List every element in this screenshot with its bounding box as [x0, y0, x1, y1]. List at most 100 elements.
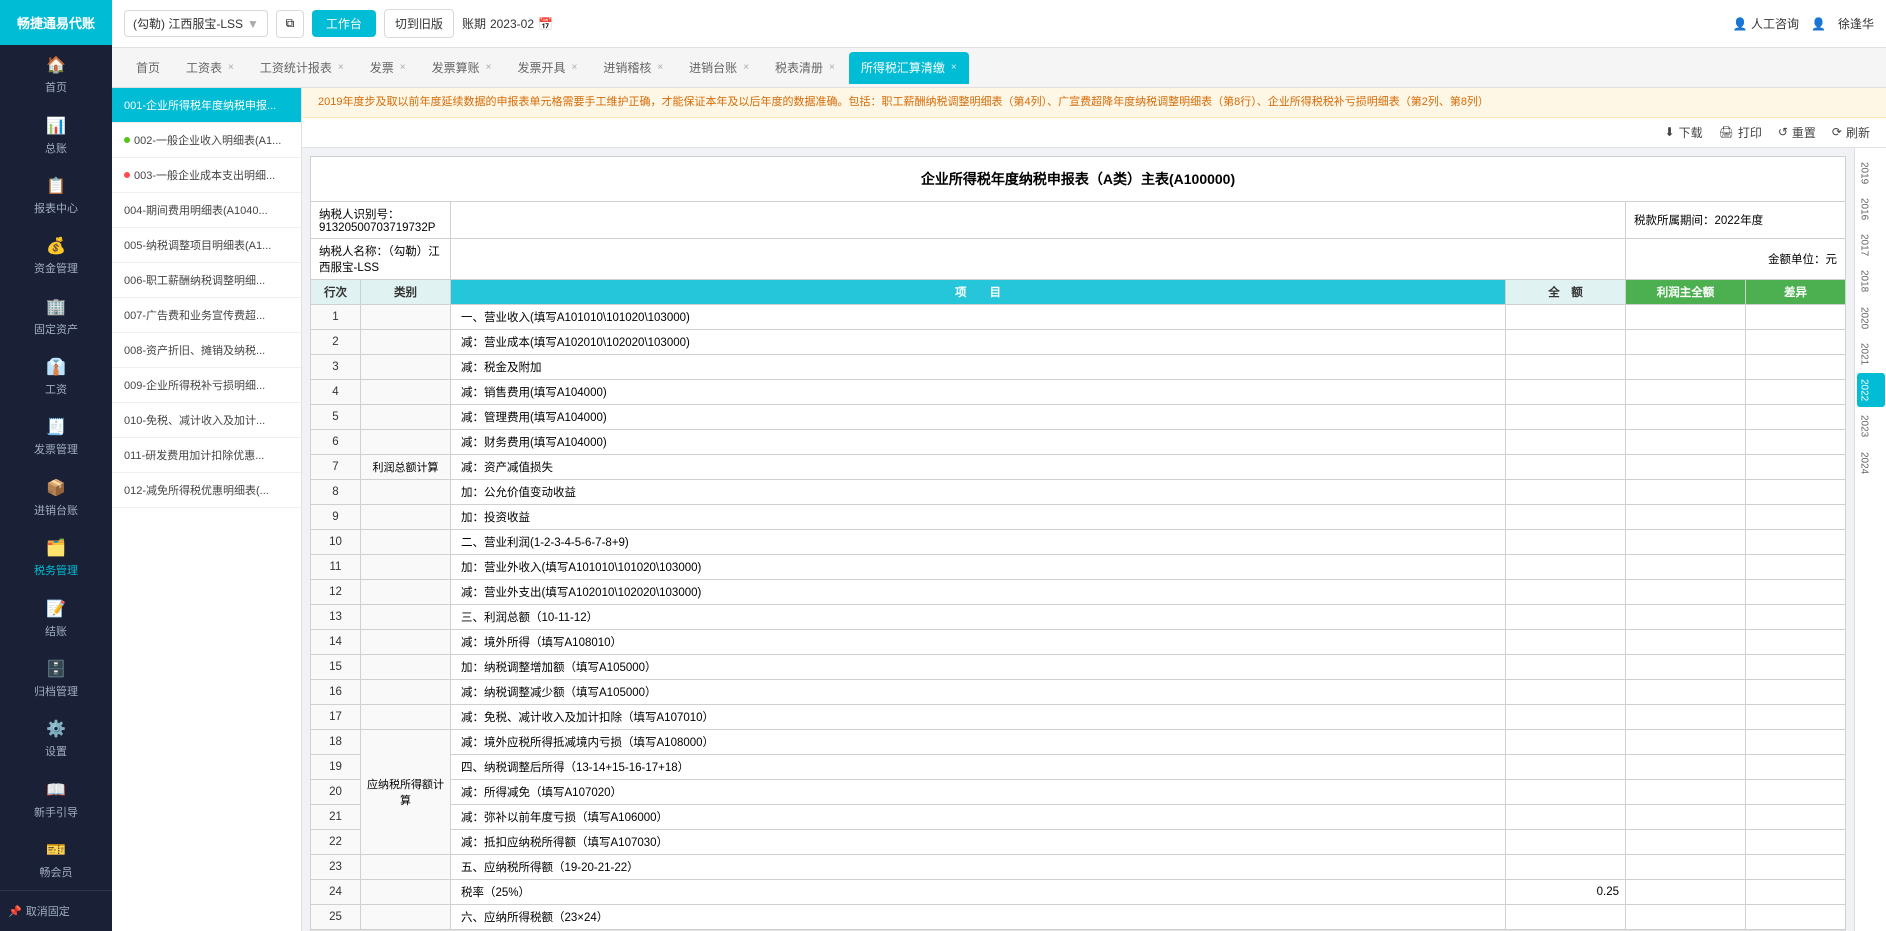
sidebar-item-home[interactable]: 🏠 首页 [0, 45, 112, 105]
company-selector[interactable]: (勾勒) 江西服宝-LSS ▼ [124, 10, 268, 37]
row-15-num: 15 [311, 654, 361, 679]
row-18-val[interactable] [1506, 729, 1626, 754]
row-19-val[interactable] [1506, 754, 1626, 779]
form-list-item-004[interactable]: 004-期间费用明细表(A1040... [112, 193, 301, 228]
sidebar-item-close[interactable]: 📝 结账 [0, 588, 112, 648]
row-1-val[interactable] [1506, 304, 1626, 329]
copy-icon-btn[interactable]: ⧉ [276, 10, 304, 38]
form-list-item-002[interactable]: 002-一般企业收入明细表(A1... [112, 123, 301, 158]
tab-home[interactable]: 首页 [124, 53, 172, 82]
sidebar-item-archive[interactable]: 🗄️ 归档管理 [0, 649, 112, 709]
switch-version-button[interactable]: 切到旧版 [384, 9, 454, 38]
form-list-item-008[interactable]: 008-资产折旧、摊销及纳税... [112, 333, 301, 368]
row-15-val[interactable] [1506, 654, 1626, 679]
calendar-icon[interactable]: 📅 [538, 17, 553, 31]
workbench-button[interactable]: 工作台 [312, 10, 376, 37]
row-6-val[interactable] [1506, 429, 1626, 454]
warning-bar: 2019年度步及取以前年度延续数据的申报表单元格需要手工维护正确，才能保证本年及… [302, 88, 1886, 118]
row-22-val[interactable] [1506, 829, 1626, 854]
tab-invoice-close[interactable]: × [400, 62, 406, 73]
form-list-item-006[interactable]: 006-职工薪酬纳税调整明细... [112, 263, 301, 298]
sidebar-item-finance[interactable]: 💰 资金管理 [0, 226, 112, 286]
sidebar-item-tax[interactable]: 🗂️ 税务管理 [0, 528, 112, 588]
tab-invoice[interactable]: 发票 × [358, 52, 418, 84]
table-row: 18 应纳税所得额计算 减：境外应税所得抵减境内亏损（填写A108000） [311, 729, 1846, 754]
row-8-val[interactable] [1506, 479, 1626, 504]
table-row: 11 加：营业外收入(填写A101010\101020\103000) [311, 554, 1846, 579]
year-2022[interactable]: 2022 [1857, 373, 1885, 407]
form-list-item-007[interactable]: 007-广告费和业务宣传费超... [112, 298, 301, 333]
sidebar-item-guide[interactable]: 📖 新手引导 [0, 769, 112, 829]
tab-invoice-calc[interactable]: 发票算账 × [420, 52, 504, 84]
tab-invoice-calc-close[interactable]: × [486, 62, 492, 73]
row-3-val[interactable] [1506, 354, 1626, 379]
sidebar-item-invoice[interactable]: 🧾 发票管理 [0, 407, 112, 467]
year-2023[interactable]: 2023 [1857, 409, 1885, 443]
row-11-profit [1626, 554, 1746, 579]
row-2-val[interactable] [1506, 329, 1626, 354]
tab-invoice-open[interactable]: 发票开具 × [505, 52, 589, 84]
tab-tax-clear[interactable]: 税表清册 × [763, 52, 847, 84]
download-button[interactable]: ⬇ 下载 [1665, 124, 1703, 141]
row-3-diff [1746, 354, 1846, 379]
reset-button[interactable]: ↺ 重置 [1778, 124, 1816, 141]
tab-tax-clear-close[interactable]: × [829, 62, 835, 73]
sidebar-item-settings[interactable]: ⚙️ 设置 [0, 709, 112, 769]
sidebar-item-member[interactable]: 🎫 畅会员 [0, 830, 112, 890]
tab-inout-ledger[interactable]: 进销台账 × [677, 52, 761, 84]
form-list-item-005[interactable]: 005-纳税调整项目明细表(A1... [112, 228, 301, 263]
refresh-button[interactable]: ⟳ 刷新 [1832, 124, 1870, 141]
form-list-item-012[interactable]: 012-减免所得税优惠明细表(... [112, 473, 301, 508]
row-12-val[interactable] [1506, 579, 1626, 604]
row-16-val[interactable] [1506, 679, 1626, 704]
row-21-val[interactable] [1506, 804, 1626, 829]
tab-invoice-open-close[interactable]: × [571, 62, 577, 73]
row-23-val[interactable] [1506, 854, 1626, 879]
row-25-val[interactable] [1506, 904, 1626, 929]
row-5-val[interactable] [1506, 404, 1626, 429]
year-2024[interactable]: 2024 [1857, 446, 1885, 480]
form-list-item-001[interactable]: 001-企业所得税年度纳税申报... [112, 88, 301, 123]
row-14-val[interactable] [1506, 629, 1626, 654]
form-list-item-010[interactable]: 010-免税、减计收入及加计... [112, 403, 301, 438]
tab-inout-ledger-close[interactable]: × [743, 62, 749, 73]
tab-salary-close[interactable]: × [228, 62, 234, 73]
sidebar-item-reports[interactable]: 📋 报表中心 [0, 166, 112, 226]
tab-salary-stats[interactable]: 工资统计报表 × [248, 52, 356, 84]
row-9-profit [1626, 504, 1746, 529]
form-list-item-011[interactable]: 011-研发费用加计扣除优惠... [112, 438, 301, 473]
year-2021[interactable]: 2021 [1857, 337, 1885, 371]
row-24-val[interactable]: 0.25 [1506, 879, 1626, 904]
print-button[interactable]: 🖨 打印 [1719, 124, 1762, 141]
row-7-val[interactable] [1506, 454, 1626, 479]
year-2017[interactable]: 2017 [1857, 228, 1885, 262]
form-list-item-009[interactable]: 009-企业所得税补亏损明细... [112, 368, 301, 403]
sidebar-item-inout[interactable]: 📦 进销台账 [0, 468, 112, 528]
year-2018[interactable]: 2018 [1857, 264, 1885, 298]
year-2016[interactable]: 2016 [1857, 192, 1885, 226]
tab-income-tax[interactable]: 所得税汇算清缴 × [849, 52, 969, 84]
tab-salary-stats-close[interactable]: × [338, 62, 344, 73]
row-9-val[interactable] [1506, 504, 1626, 529]
year-2019[interactable]: 2019 [1857, 156, 1885, 190]
tab-inout-check[interactable]: 进销稽核 × [591, 52, 675, 84]
row-11-val[interactable] [1506, 554, 1626, 579]
row-13-val[interactable] [1506, 604, 1626, 629]
form-list-item-003[interactable]: 003-一般企业成本支出明细... [112, 158, 301, 193]
sidebar-item-salary[interactable]: 👔 工资 [0, 347, 112, 407]
sidebar-item-assets[interactable]: 🏢 固定资产 [0, 287, 112, 347]
sidebar-item-ledger[interactable]: 📊 总账 [0, 106, 112, 166]
row-10-cat [361, 529, 451, 554]
form-001-label: 001-企业所得税年度纳税申报... [124, 97, 276, 113]
row-4-val[interactable] [1506, 379, 1626, 404]
ai-consult-button[interactable]: 👤 人工咨询 [1733, 15, 1799, 32]
unpin-button[interactable]: 📌 取消固定 [0, 890, 112, 931]
row-17-val[interactable] [1506, 704, 1626, 729]
tab-inout-check-close[interactable]: × [657, 62, 663, 73]
main-area: (勾勒) 江西服宝-LSS ▼ ⧉ 工作台 切到旧版 账期 2023-02 📅 … [112, 0, 1886, 931]
tab-income-tax-close[interactable]: × [951, 62, 957, 73]
tab-salary[interactable]: 工资表 × [174, 52, 246, 84]
year-2020[interactable]: 2020 [1857, 301, 1885, 335]
row-20-val[interactable] [1506, 779, 1626, 804]
row-10-val[interactable] [1506, 529, 1626, 554]
